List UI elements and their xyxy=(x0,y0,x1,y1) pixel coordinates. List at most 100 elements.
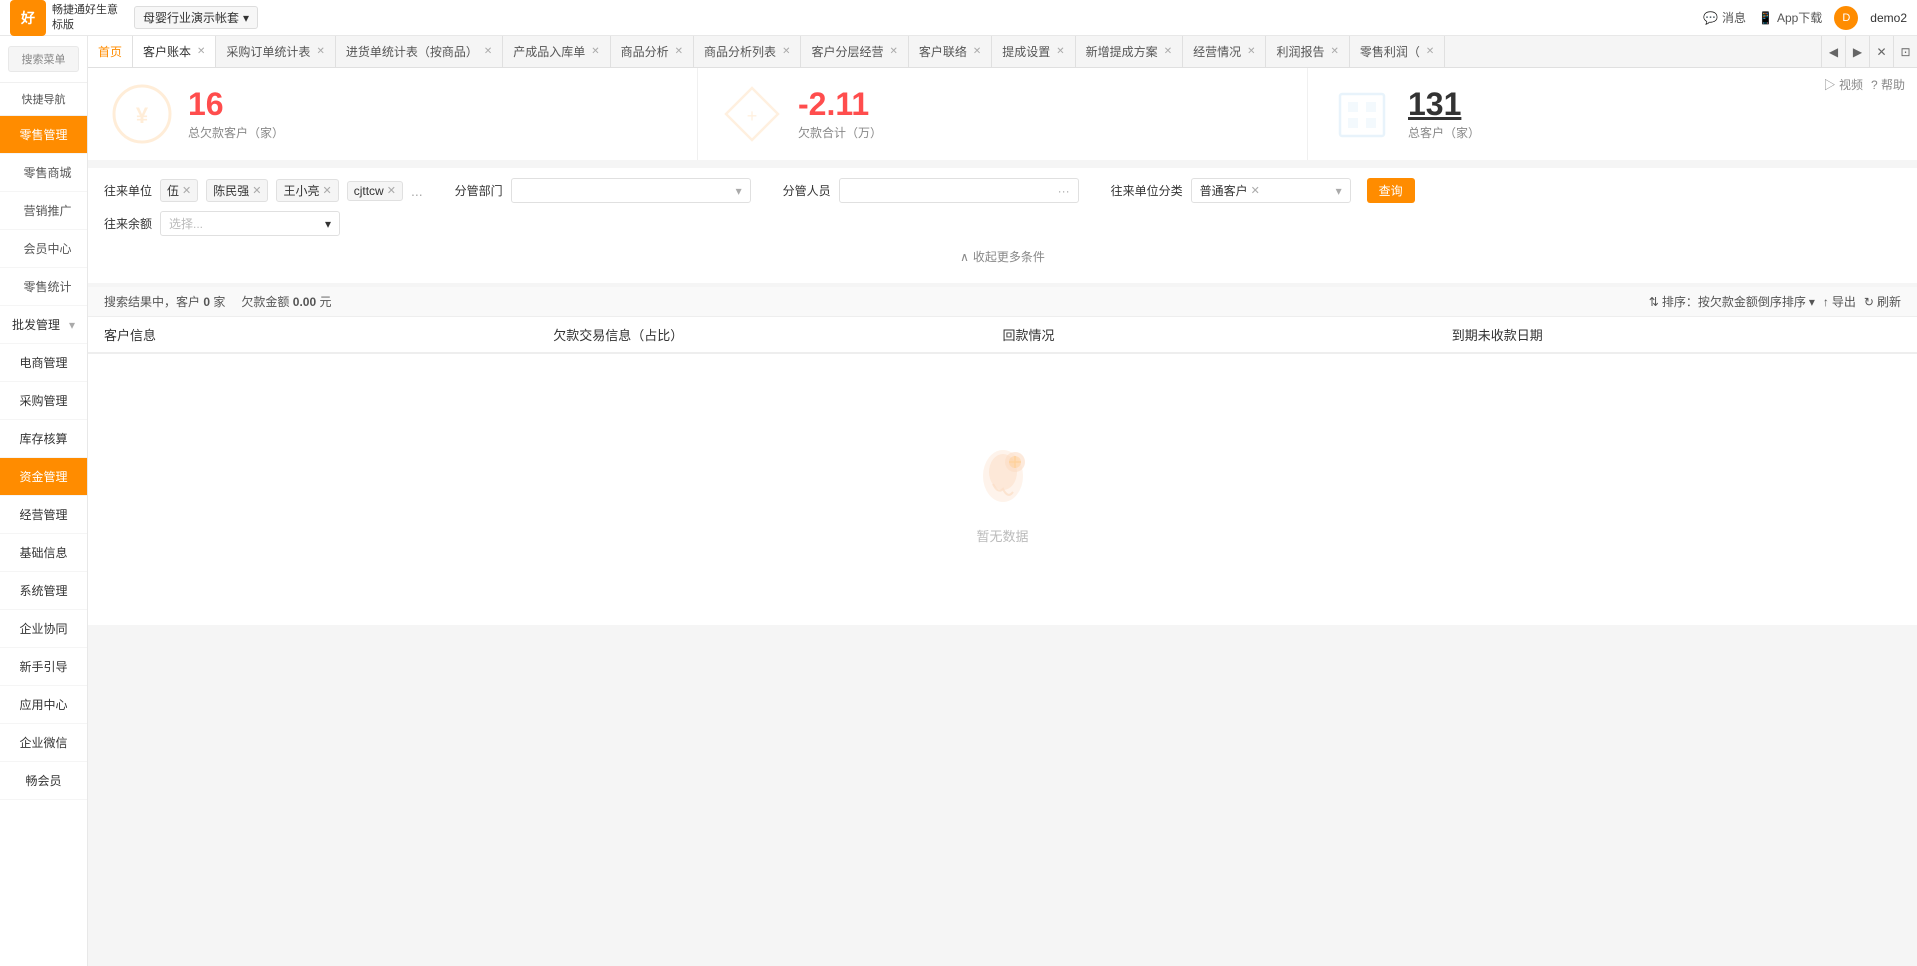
search-result-left: 搜索结果中，客户 0 家 欠款金额 0.00 元 xyxy=(104,293,331,310)
sidebar-item-vip-member[interactable]: 畅会员 xyxy=(0,762,87,800)
tab-close-customer-account[interactable]: ✕ xyxy=(197,46,205,57)
sidebar-item-enterprise-coop[interactable]: 企业协同 xyxy=(0,610,87,648)
filter-balance-input[interactable]: 选择... ▾ xyxy=(160,211,340,236)
sidebar-item-system-mgmt[interactable]: 系统管理 xyxy=(0,572,87,610)
chevron-down-person-icon: ··· xyxy=(1058,184,1070,198)
empty-state: 暂无数据 xyxy=(88,354,1917,625)
tab-close-product-inbound[interactable]: ✕ xyxy=(591,46,599,57)
tab-product-analysis-list[interactable]: 商品分析列表 ✕ xyxy=(694,36,801,68)
filter-dept-select[interactable]: ▾ xyxy=(511,178,751,203)
filter-tag-chen: 陈民强 ✕ xyxy=(206,179,268,202)
export-button[interactable]: ↑ 导出 xyxy=(1823,293,1856,310)
tab-new-achievement[interactable]: 新增提成方案 ✕ xyxy=(1076,36,1183,68)
chevron-down-sort-icon: ▾ xyxy=(1809,295,1815,309)
sidebar-quick-nav[interactable]: 快捷导航 xyxy=(0,83,87,116)
message-button[interactable]: 💬 消息 xyxy=(1703,9,1746,26)
sidebar-item-member-center[interactable]: 会员中心 xyxy=(0,230,87,268)
tab-business-status[interactable]: 经营情况 ✕ xyxy=(1183,36,1266,68)
filter-unit-label: 往来单位 xyxy=(104,182,152,199)
tab-close-business-status[interactable]: ✕ xyxy=(1247,46,1255,57)
sidebar-item-marketing[interactable]: 营销推广 xyxy=(0,192,87,230)
remove-tag-wang[interactable]: ✕ xyxy=(323,184,332,197)
filter-unit-category-select[interactable]: 普通客户 ✕ ▾ xyxy=(1191,178,1351,203)
sidebar-item-capital-mgmt[interactable]: 资金管理 xyxy=(0,458,87,496)
stat-value-debt-customers: 16 xyxy=(188,88,284,120)
logo: 好 畅捷通好生意 标版 xyxy=(10,0,118,36)
tab-product-inbound[interactable]: 产成品入库单 ✕ xyxy=(503,36,610,68)
remove-ordinary-tag[interactable]: ✕ xyxy=(1251,184,1260,197)
tab-close-purchase-order-stats[interactable]: ✕ xyxy=(316,46,324,57)
stat-label-debt-amount: 欠款合计（万） xyxy=(798,124,882,141)
chevron-right-icon: ▾ xyxy=(69,318,75,332)
tab-product-analysis[interactable]: 商品分析 ✕ xyxy=(611,36,694,68)
help-button[interactable]: ? 帮助 xyxy=(1871,76,1905,93)
sidebar-item-operations-mgmt[interactable]: 经营管理 xyxy=(0,496,87,534)
content-area: 首页 客户账本 ✕ 采购订单统计表 ✕ 进货单统计表（按商品） ✕ 产成品入库单… xyxy=(88,36,1917,966)
sidebar-item-retail-mgmt[interactable]: 零售管理 xyxy=(0,116,87,154)
remove-tag-wu[interactable]: ✕ xyxy=(182,184,191,197)
chevron-down-icon: ▾ xyxy=(243,11,249,25)
user-name[interactable]: demo2 xyxy=(1870,11,1907,25)
tab-retail-profit[interactable]: 零售利润（ ✕ xyxy=(1350,36,1445,68)
tab-close-new-achievement[interactable]: ✕ xyxy=(1164,46,1172,57)
search-menu-button[interactable]: 搜索菜单 xyxy=(8,46,79,72)
app-download-button[interactable]: 📱 App下载 xyxy=(1758,9,1822,26)
company-select[interactable]: 母婴行业演示帐套 ▾ xyxy=(134,6,258,29)
sidebar-item-retail-mall[interactable]: 零售商城 xyxy=(0,154,87,192)
tab-scroll-right[interactable]: ▶ xyxy=(1845,36,1869,68)
tab-submit-settings[interactable]: 提成设置 ✕ xyxy=(992,36,1075,68)
logo-icon: 好 xyxy=(10,0,46,36)
tab-purchase-order-stats[interactable]: 采购订单统计表 ✕ xyxy=(216,36,335,68)
refresh-button[interactable]: ↻ 刷新 xyxy=(1864,293,1901,310)
tab-close-customer-segment[interactable]: ✕ xyxy=(889,46,897,57)
sidebar-item-batch-mgmt[interactable]: 批发管理 ▾ xyxy=(0,306,87,344)
stats-row: ¥ 16 总欠款客户（家） + xyxy=(88,68,1917,160)
tab-close-inbound-stats[interactable]: ✕ xyxy=(484,46,492,57)
sidebar-item-basic-info[interactable]: 基础信息 xyxy=(0,534,87,572)
tab-close-product-analysis[interactable]: ✕ xyxy=(675,46,683,57)
tab-close-all[interactable]: ✕ xyxy=(1869,36,1893,68)
search-amount-text: 欠款金额 0.00 元 xyxy=(241,293,331,310)
tab-customer-account[interactable]: 客户账本 ✕ xyxy=(133,36,216,68)
table-header: 客户信息 欠款交易信息（占比） 回款情况 到期未收款日期 xyxy=(88,317,1917,354)
sidebar-item-app-center[interactable]: 应用中心 xyxy=(0,686,87,724)
tab-close-product-analysis-list[interactable]: ✕ xyxy=(782,46,790,57)
tab-close-retail-profit[interactable]: ✕ xyxy=(1426,46,1434,57)
sort-button[interactable]: ⇅ 排序：按欠款金额倒序排序 ▾ xyxy=(1649,293,1815,310)
refresh-icon: ↻ xyxy=(1864,295,1874,309)
remove-tag-chen[interactable]: ✕ xyxy=(252,184,261,197)
collapse-filters-button[interactable]: ∧ 收起更多条件 xyxy=(104,244,1901,269)
chevron-down-category-icon: ▾ xyxy=(1336,184,1342,198)
tab-close-profit-report[interactable]: ✕ xyxy=(1331,46,1339,57)
tab-inbound-stats[interactable]: 进货单统计表（按商品） ✕ xyxy=(336,36,503,68)
video-button[interactable]: ▷ 视频 xyxy=(1824,76,1863,93)
tab-profit-report[interactable]: 利润报告 ✕ xyxy=(1266,36,1349,68)
export-icon: ↑ xyxy=(1823,295,1829,309)
svg-text:+: + xyxy=(747,106,758,126)
filter-tag-wang: 王小亮 ✕ xyxy=(276,179,338,202)
tab-close-customer-contact[interactable]: ✕ xyxy=(973,46,981,57)
chevron-down-balance-icon: ▾ xyxy=(325,217,331,231)
remove-tag-cjttcw[interactable]: ✕ xyxy=(387,184,396,197)
sidebar-item-ecom-mgmt[interactable]: 电商管理 xyxy=(0,344,87,382)
query-button[interactable]: 查询 xyxy=(1367,178,1415,203)
stat-actions: ▷ 视频 ? 帮助 xyxy=(1824,76,1905,93)
table-header-repayment: 回款情况 xyxy=(1003,325,1452,344)
svg-text:¥: ¥ xyxy=(136,103,149,128)
tab-customer-contact[interactable]: 客户联络 ✕ xyxy=(909,36,992,68)
tab-home[interactable]: 首页 xyxy=(88,36,133,68)
search-result-info: 搜索结果中，客户 0 家 欠款金额 0.00 元 ⇅ 排序：按欠款金额倒序排序 … xyxy=(88,287,1917,317)
tab-customer-segment[interactable]: 客户分层经营 ✕ xyxy=(801,36,908,68)
sidebar-item-inventory[interactable]: 库存核算 xyxy=(0,420,87,458)
diamond-plus-icon: + xyxy=(722,84,782,144)
tab-close-submit-settings[interactable]: ✕ xyxy=(1056,46,1064,57)
sidebar-item-new-guide[interactable]: 新手引导 xyxy=(0,648,87,686)
sidebar-item-enterprise-wechat[interactable]: 企业微信 xyxy=(0,724,87,762)
tab-expand[interactable]: ⊡ xyxy=(1893,36,1917,68)
sidebar-item-purchase-mgmt[interactable]: 采购管理 xyxy=(0,382,87,420)
tab-scroll-left[interactable]: ◀ xyxy=(1821,36,1845,68)
table-header-due-date: 到期未收款日期 xyxy=(1452,325,1901,344)
filter-person-select[interactable]: ··· xyxy=(839,178,1079,203)
sidebar-item-retail-stats[interactable]: 零售统计 xyxy=(0,268,87,306)
filter-more-button[interactable]: ... xyxy=(411,183,423,199)
